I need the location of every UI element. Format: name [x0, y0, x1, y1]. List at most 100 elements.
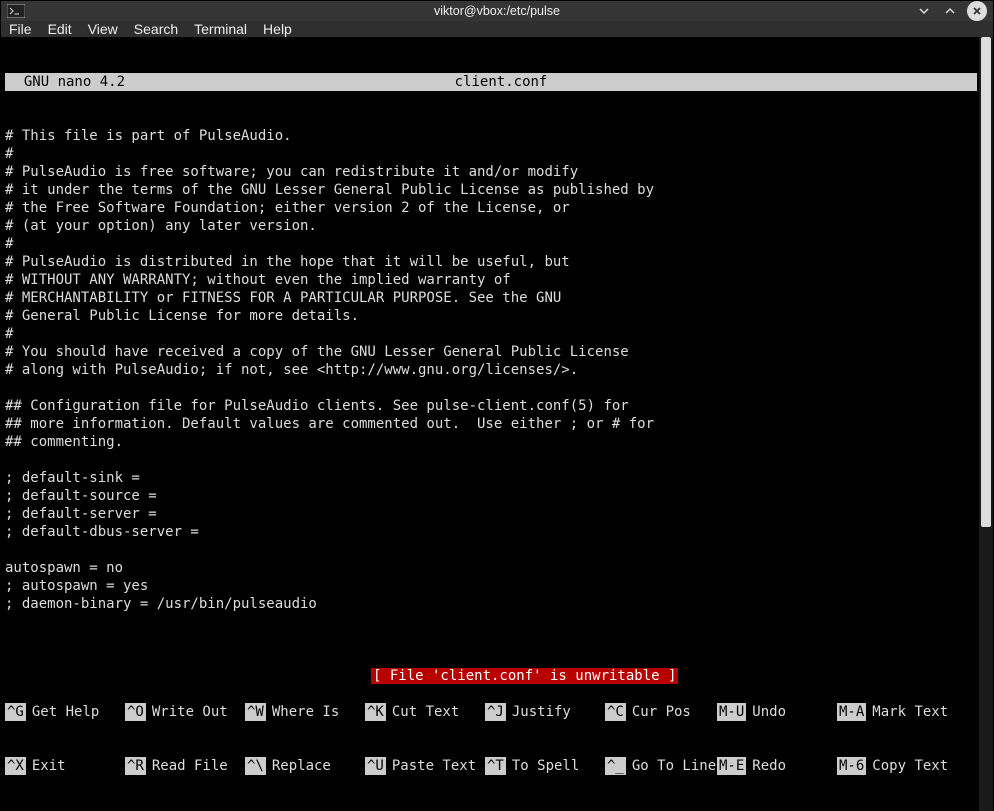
terminal-icon: [7, 4, 25, 18]
nano-help-item: ^T To Spell: [485, 757, 605, 775]
nano-help-key: ^R: [125, 757, 146, 775]
file-line: ; default-sink =: [5, 469, 977, 487]
nano-help-item: ^_ Go To Line: [605, 757, 717, 775]
nano-help-item: ^K Cut Text: [365, 703, 485, 721]
nano-status-line: [ File 'client.conf' is unwritable ]: [5, 649, 977, 667]
menu-terminal[interactable]: Terminal: [194, 21, 247, 37]
nano-help-item: ^X Exit: [5, 757, 125, 775]
file-line: [5, 451, 977, 469]
nano-help-label: Undo: [752, 703, 786, 721]
nano-help-item: ^R Read File: [125, 757, 245, 775]
file-line: ## more information. Default values are …: [5, 415, 977, 433]
nano-help-label: Cur Pos: [632, 703, 691, 721]
nano-help-key: ^O: [125, 703, 146, 721]
nano-help-label: Read File: [152, 757, 228, 775]
nano-help-item: M-E Redo: [717, 757, 837, 775]
file-line: # the Free Software Foundation; either v…: [5, 199, 977, 217]
nano-help-item: ^O Write Out: [125, 703, 245, 721]
nano-help-item: M-U Undo: [717, 703, 837, 721]
menubar: File Edit View Search Terminal Help: [1, 21, 993, 37]
nano-help-key: ^U: [365, 757, 386, 775]
file-line: # (at your option) any later version.: [5, 217, 977, 235]
nano-help-item: ^G Get Help: [5, 703, 125, 721]
nano-help-label: Justify: [512, 703, 571, 721]
nano-help-label: Cut Text: [392, 703, 459, 721]
scrollbar-thumb[interactable]: [981, 37, 991, 527]
file-line: # This file is part of PulseAudio.: [5, 127, 977, 145]
terminal-content[interactable]: GNU nano 4.2 client.conf # This file is …: [1, 37, 979, 811]
nano-help-label: Where Is: [272, 703, 339, 721]
file-line: ; default-dbus-server =: [5, 523, 977, 541]
nano-help-key: M-E: [717, 757, 746, 775]
file-line: #: [5, 325, 977, 343]
nano-help-row-2: ^X Exit ^R Read File ^\ Replace ^U Paste Text ^T…: [5, 757, 977, 775]
nano-filename: client.conf: [125, 73, 877, 91]
menu-file[interactable]: File: [9, 21, 32, 37]
nano-app-name: GNU nano 4.2: [5, 73, 125, 91]
nano-help-label: Mark Text: [872, 703, 948, 721]
nano-help-row-1: ^G Get Help ^O Write Out ^W Where Is ^K Cut Tex…: [5, 703, 977, 721]
menu-help[interactable]: Help: [263, 21, 292, 37]
file-line: ## Configuration file for PulseAudio cli…: [5, 397, 977, 415]
nano-help-key: ^K: [365, 703, 386, 721]
nano-help-label: Go To Line: [632, 757, 716, 775]
file-line: # PulseAudio is free software; you can r…: [5, 163, 977, 181]
file-line: autospawn = no: [5, 559, 977, 577]
file-line: # General Public License for more detail…: [5, 307, 977, 325]
nano-help-item: ^U Paste Text: [365, 757, 485, 775]
nano-help-label: Paste Text: [392, 757, 476, 775]
nano-help-label: Get Help: [32, 703, 99, 721]
file-line: #: [5, 145, 977, 163]
terminal-area[interactable]: GNU nano 4.2 client.conf # This file is …: [1, 37, 993, 811]
nano-help-item: ^C Cur Pos: [605, 703, 717, 721]
file-line: # MERCHANTABILITY or FITNESS FOR A PARTI…: [5, 289, 977, 307]
nano-status-message: [ File 'client.conf' is unwritable ]: [371, 668, 678, 684]
nano-help-key: M-A: [837, 703, 866, 721]
nano-help-key: M-U: [717, 703, 746, 721]
nano-help-key: ^W: [245, 703, 266, 721]
menu-search[interactable]: Search: [134, 21, 178, 37]
terminal-scrollbar[interactable]: [979, 37, 993, 811]
file-line: [5, 379, 977, 397]
nano-help-label: Replace: [272, 757, 331, 775]
nano-help-label: Exit: [32, 757, 66, 775]
nano-header: GNU nano 4.2 client.conf: [5, 73, 977, 91]
nano-help-key: ^_: [605, 757, 626, 775]
nano-help-item: M-6 Copy Text: [837, 757, 957, 775]
file-line: ; default-server =: [5, 505, 977, 523]
nano-help-label: Copy Text: [872, 757, 948, 775]
file-line: # WITHOUT ANY WARRANTY; without even the…: [5, 271, 977, 289]
close-button[interactable]: [967, 1, 987, 21]
nano-help-item: ^J Justify: [485, 703, 605, 721]
nano-help-key: ^X: [5, 757, 26, 775]
maximize-button[interactable]: [941, 2, 959, 20]
file-line: # it under the terms of the GNU Lesser G…: [5, 181, 977, 199]
nano-help-key: ^T: [485, 757, 506, 775]
file-line: #: [5, 235, 977, 253]
minimize-button[interactable]: [915, 2, 933, 20]
nano-help-item: M-A Mark Text: [837, 703, 957, 721]
nano-help-key: ^J: [485, 703, 506, 721]
menu-edit[interactable]: Edit: [48, 21, 72, 37]
nano-help-key: M-6: [837, 757, 866, 775]
nano-help-item: ^W Where Is: [245, 703, 365, 721]
menu-view[interactable]: View: [88, 21, 118, 37]
file-line: # You should have received a copy of the…: [5, 343, 977, 361]
nano-help-key: ^C: [605, 703, 626, 721]
nano-help-label: To Spell: [512, 757, 579, 775]
file-line: [5, 541, 977, 559]
file-line: # along with PulseAudio; if not, see <ht…: [5, 361, 977, 379]
nano-help-label: Redo: [752, 757, 786, 775]
terminal-window: viktor@vbox:/etc/pulse File Edit View Se…: [0, 0, 994, 622]
file-line: ; default-source =: [5, 487, 977, 505]
nano-file-content: # This file is part of PulseAudio.## Pul…: [5, 127, 977, 613]
nano-help-item: ^\ Replace: [245, 757, 365, 775]
nano-help-key: ^\: [245, 757, 266, 775]
nano-help-label: Write Out: [152, 703, 228, 721]
nano-help-key: ^G: [5, 703, 26, 721]
window-titlebar: viktor@vbox:/etc/pulse: [1, 1, 993, 21]
file-line: ## commenting.: [5, 433, 977, 451]
file-line: # PulseAudio is distributed in the hope …: [5, 253, 977, 271]
file-line: ; autospawn = yes: [5, 577, 977, 595]
file-line: ; daemon-binary = /usr/bin/pulseaudio: [5, 595, 977, 613]
